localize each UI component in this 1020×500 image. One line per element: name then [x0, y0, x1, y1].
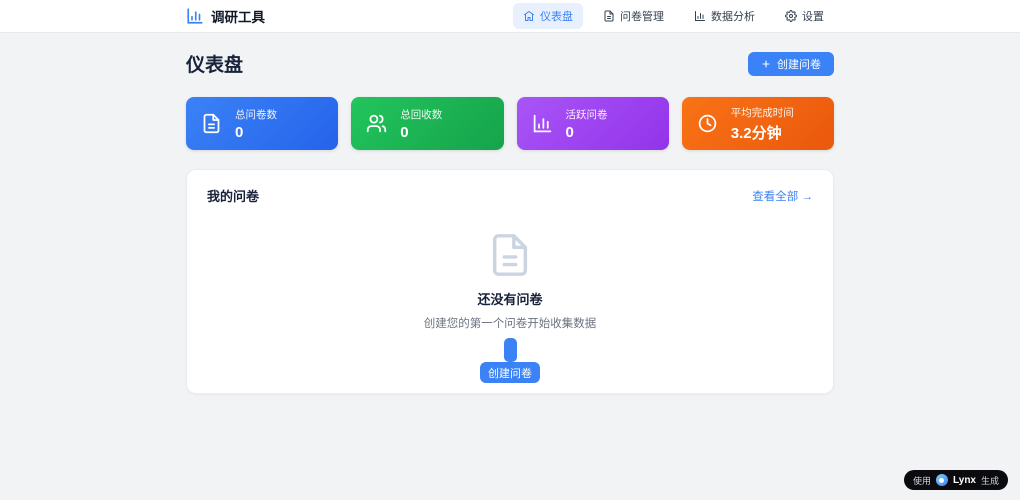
- create-survey-button-label: 创建问卷: [777, 58, 821, 71]
- empty-state-description: 创建您的第一个问卷开始收集数据: [423, 318, 597, 330]
- nav-item-label: 仪表盘: [540, 11, 573, 23]
- stat-label: 总回收数: [400, 108, 443, 121]
- main-nav: 仪表盘 问卷管理 数据分析 设置: [513, 3, 834, 29]
- empty-state-title: 还没有问卷: [477, 292, 543, 307]
- badge-brand: Lynx: [953, 474, 976, 486]
- stat-label: 活跃问卷: [565, 108, 608, 121]
- stat-value: 0: [235, 123, 244, 141]
- nav-item-dashboard[interactable]: 仪表盘: [513, 3, 583, 29]
- stat-card-avg-completion-time: 平均完成时间 3.2分钟: [681, 97, 834, 150]
- app-title: 调研工具: [211, 10, 265, 25]
- bar-chart-icon: [532, 113, 553, 134]
- plus-icon[interactable]: [503, 338, 517, 362]
- bar-chart-icon: [186, 7, 204, 25]
- stat-card-total-responses: 总回收数 0: [351, 97, 504, 150]
- nav-item-label: 数据分析: [711, 11, 755, 23]
- stat-value: 0: [565, 123, 574, 141]
- stat-value: 0: [400, 123, 409, 141]
- create-survey-button[interactable]: 创建问卷: [748, 51, 834, 76]
- lynx-generated-badge[interactable]: 使用 Lynx 生成: [904, 470, 1008, 490]
- document-icon: [604, 10, 614, 22]
- document-icon: [201, 113, 222, 134]
- view-all-link[interactable]: 查看全部 →: [752, 188, 813, 204]
- bar-chart-icon: [695, 11, 705, 21]
- nav-item-surveys[interactable]: 问卷管理: [593, 3, 674, 29]
- nav-item-analytics[interactable]: 数据分析: [684, 3, 765, 29]
- empty-state: 还没有问卷 创建您的第一个问卷开始收集数据 创建问卷: [207, 232, 813, 383]
- stat-card-total-surveys: 总问卷数 0: [186, 97, 339, 150]
- document-icon: [487, 232, 533, 278]
- badge-prefix: 使用: [913, 475, 932, 486]
- empty-create-survey-button[interactable]: 创建问卷: [480, 362, 540, 383]
- dashboard-main: 仪表盘 创建问卷 总问卷数 0 总回收数 0 活跃问卷 0 平均完成时间 3.2…: [186, 33, 834, 394]
- brand: 调研工具: [186, 6, 265, 26]
- stat-card-active-surveys: 活跃问卷 0: [516, 97, 669, 150]
- users-icon: [366, 113, 387, 134]
- stat-value: 3.2分钟: [730, 124, 782, 142]
- stat-label: 总问卷数: [235, 108, 277, 121]
- lynx-logo-icon: [936, 474, 949, 486]
- nav-item-settings[interactable]: 设置: [775, 3, 834, 29]
- badge-suffix: 生成: [980, 475, 999, 486]
- gear-icon: [785, 10, 797, 22]
- nav-item-label: 设置: [802, 11, 824, 23]
- home-icon: [524, 11, 534, 21]
- page-title: 仪表盘: [186, 55, 244, 76]
- plus-icon: [762, 60, 770, 67]
- top-navigation-bar: 调研工具 仪表盘 问卷管理 数据分析 设置: [0, 0, 1020, 33]
- stat-label: 平均完成时间: [730, 106, 794, 119]
- nav-item-label: 问卷管理: [620, 11, 664, 23]
- my-surveys-panel: 我的问卷 查看全部 → 还没有问卷 创建您的第一个问卷开始收集数据 创建问卷: [186, 169, 834, 394]
- stats-row: 总问卷数 0 总回收数 0 活跃问卷 0 平均完成时间 3.2分钟: [186, 97, 834, 150]
- panel-title: 我的问卷: [207, 189, 260, 204]
- clock-icon: [697, 113, 718, 134]
